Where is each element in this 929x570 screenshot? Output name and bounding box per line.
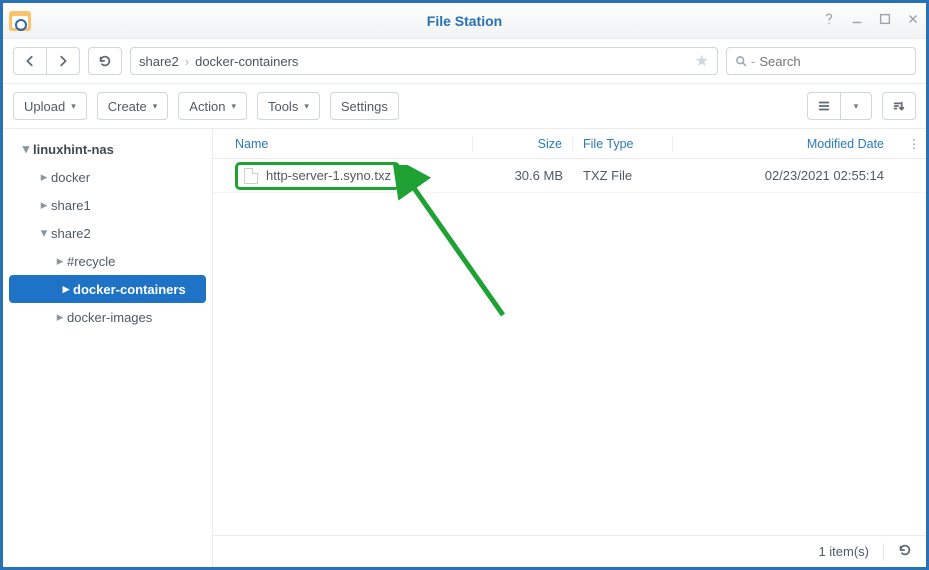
nav-row: share2 › docker-containers ★ -: [3, 39, 926, 84]
window-title: File Station: [3, 13, 926, 29]
breadcrumb-item[interactable]: docker-containers: [195, 54, 298, 69]
nav-back-forward: [13, 47, 80, 75]
divider: [883, 543, 884, 561]
upload-button[interactable]: Upload ▾: [13, 92, 87, 120]
upload-label: Upload: [24, 99, 65, 114]
chevron-right-icon: ▸: [37, 197, 51, 213]
search-dash: -: [751, 54, 755, 69]
file-type-cell: TXZ File: [573, 168, 673, 183]
file-name: http-server-1.syno.txz: [266, 168, 391, 183]
window-frame: File Station: [0, 0, 929, 570]
sidebar-item-docker[interactable]: ▸ docker: [3, 163, 212, 191]
chevron-right-icon: ▸: [53, 253, 67, 269]
maximize-icon[interactable]: [878, 12, 892, 29]
caret-icon: ▾: [153, 101, 158, 112]
action-button[interactable]: Action ▾: [178, 92, 247, 120]
app-icon: [9, 11, 31, 31]
sort-button[interactable]: [882, 92, 916, 120]
help-icon[interactable]: [822, 12, 836, 29]
sidebar-item-label: share2: [51, 226, 91, 241]
file-modified-cell: 02/23/2021 02:55:14: [673, 168, 902, 183]
breadcrumb[interactable]: share2 › docker-containers ★: [130, 47, 718, 75]
chevron-right-icon: ▸: [37, 169, 51, 185]
col-options-button[interactable]: ⋮: [902, 136, 926, 151]
annotation-highlight: http-server-1.syno.txz: [235, 162, 400, 190]
search-box[interactable]: -: [726, 47, 916, 75]
settings-button[interactable]: Settings: [330, 92, 399, 120]
action-label: Action: [189, 99, 225, 114]
sidebar-item-share1[interactable]: ▸ share1: [3, 191, 212, 219]
create-label: Create: [108, 99, 147, 114]
breadcrumb-item[interactable]: share2: [139, 54, 179, 69]
col-type-header[interactable]: File Type: [573, 137, 673, 151]
sidebar-item-recycle[interactable]: ▸ #recycle: [3, 247, 212, 275]
caret-icon: ▾: [71, 101, 76, 112]
sidebar-item-label: docker: [51, 170, 90, 185]
view-mode-group: ▾: [807, 92, 872, 120]
sidebar-item-label: #recycle: [67, 254, 115, 269]
table-header: Name Size File Type Modified Date ⋮: [213, 129, 926, 159]
status-reload-button[interactable]: [898, 543, 912, 560]
file-list: Name Size File Type Modified Date ⋮ http…: [213, 129, 926, 567]
settings-label: Settings: [341, 99, 388, 114]
chevron-down-icon: ▾: [19, 141, 33, 157]
sidebar-item-label: docker-images: [67, 310, 152, 325]
tree-root-label: linuxhint-nas: [33, 142, 114, 157]
sidebar-item-docker-containers[interactable]: ▸ docker-containers: [9, 275, 206, 303]
breadcrumb-sep: ›: [185, 54, 189, 69]
file-name-cell: http-server-1.syno.txz: [213, 162, 473, 190]
file-size-cell: 30.6 MB: [473, 168, 573, 183]
back-button[interactable]: [13, 47, 47, 75]
sidebar-item-docker-images[interactable]: ▸ docker-images: [3, 303, 212, 331]
tree-root[interactable]: ▾ linuxhint-nas: [3, 135, 212, 163]
table-row[interactable]: http-server-1.syno.txz 30.6 MB TXZ File …: [213, 159, 926, 193]
star-icon[interactable]: ★: [695, 51, 709, 71]
view-mode-caret[interactable]: ▾: [840, 92, 872, 120]
search-input[interactable]: [759, 54, 907, 69]
caret-icon: ▾: [231, 101, 236, 112]
col-modified-header[interactable]: Modified Date: [673, 137, 902, 151]
caret-icon: ▾: [304, 101, 309, 112]
titlebar: File Station: [3, 3, 926, 39]
tools-label: Tools: [268, 99, 298, 114]
sidebar: ▾ linuxhint-nas ▸ docker ▸ share1 ▾ shar…: [3, 129, 213, 567]
chevron-down-icon: ▾: [37, 225, 51, 241]
status-count: 1 item(s): [818, 544, 869, 559]
list-view-button[interactable]: [807, 92, 841, 120]
create-button[interactable]: Create ▾: [97, 92, 169, 120]
search-icon: [735, 54, 747, 68]
body: ▾ linuxhint-nas ▸ docker ▸ share1 ▾ shar…: [3, 129, 926, 567]
sidebar-item-label: docker-containers: [73, 282, 186, 297]
minimize-icon[interactable]: [850, 12, 864, 29]
tools-button[interactable]: Tools ▾: [257, 92, 320, 120]
forward-button[interactable]: [46, 47, 80, 75]
chevron-right-icon: ▸: [59, 281, 73, 297]
window-controls: [822, 12, 920, 29]
sidebar-item-share2[interactable]: ▾ share2: [3, 219, 212, 247]
col-size-header[interactable]: Size: [473, 137, 573, 151]
status-bar: 1 item(s): [213, 535, 926, 567]
col-name-header[interactable]: Name: [213, 137, 473, 151]
toolbar: Upload▾ Create▾ Action▾ Tools▾ Settings …: [3, 84, 926, 129]
caret-icon: ▾: [854, 101, 859, 112]
chevron-right-icon: ▸: [53, 309, 67, 325]
reload-button[interactable]: [88, 47, 122, 75]
close-icon[interactable]: [906, 12, 920, 29]
sidebar-item-label: share1: [51, 198, 91, 213]
file-icon: [244, 168, 258, 184]
